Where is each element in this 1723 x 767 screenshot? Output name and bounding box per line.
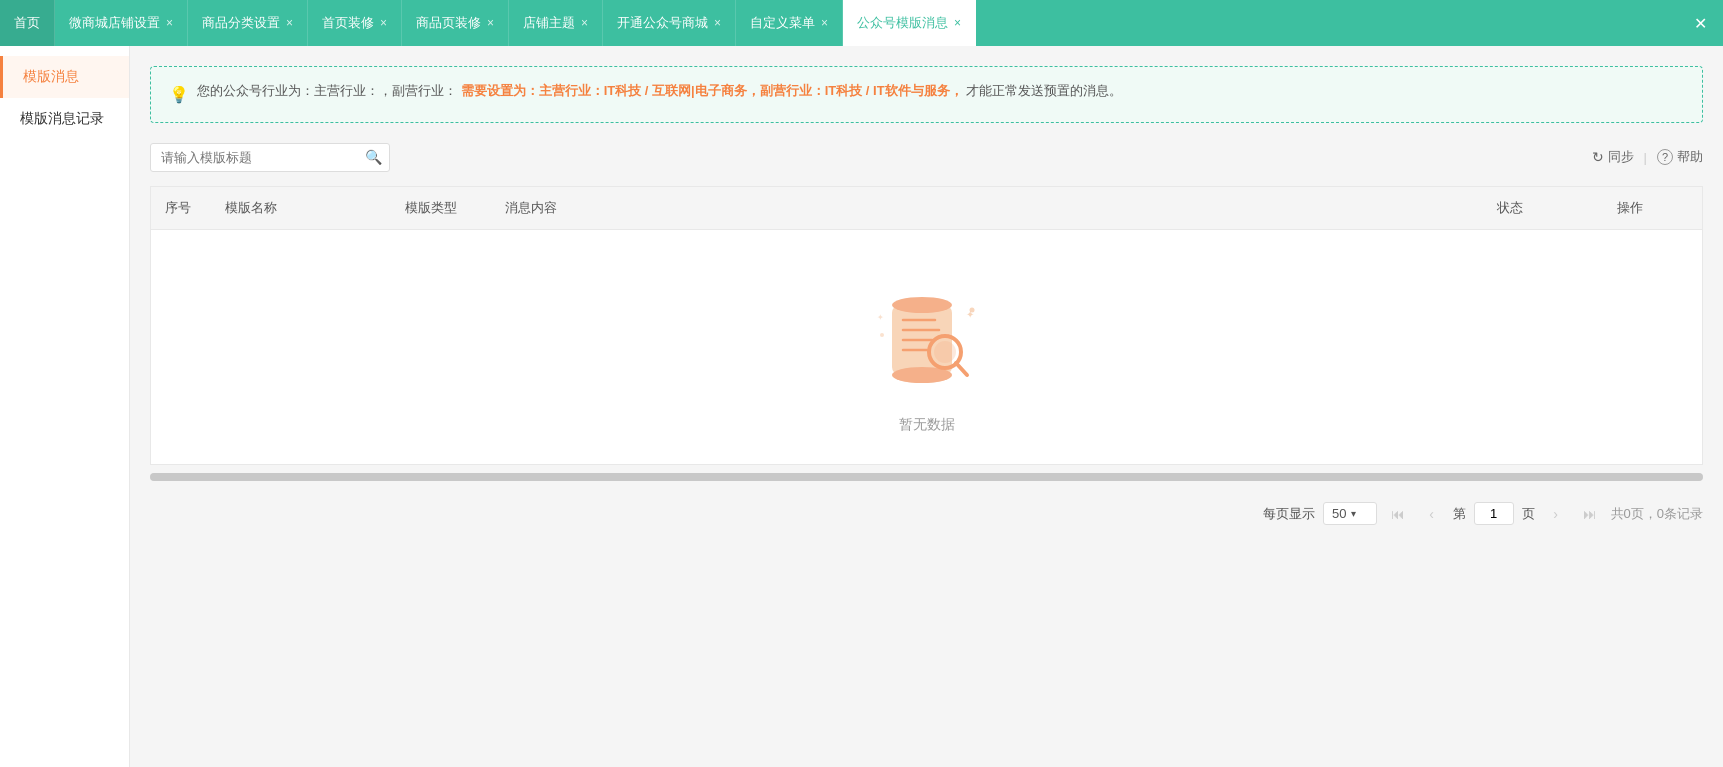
col-header-status: 状态 — [1483, 186, 1603, 229]
page-prev-button[interactable]: ‹ — [1419, 501, 1445, 527]
notice-box: 💡 您的公众号行业为：主营行业：，副营行业： 需要设置为：主营行业：IT科技 /… — [150, 66, 1703, 123]
nav-tab-home-decor-close[interactable]: × — [380, 17, 387, 29]
nav-tab-home-decor[interactable]: 首页装修 × — [308, 0, 402, 46]
empty-text: 暂无数据 — [151, 416, 1702, 434]
sidebar: 模版消息 模版消息记录 — [0, 46, 130, 767]
page-first-button[interactable]: ⏮ — [1385, 501, 1411, 527]
nav-tab-product-category-close[interactable]: × — [286, 17, 293, 29]
nav-tab-product-category[interactable]: 商品分类设置 × — [188, 0, 308, 46]
empty-row: ✦ ✦ 暂无数据 — [151, 229, 1703, 464]
sidebar-item-template-record[interactable]: 模版消息记录 — [0, 98, 129, 140]
empty-illustration: ✦ ✦ — [867, 280, 987, 400]
help-button[interactable]: ? 帮助 — [1657, 148, 1703, 166]
nav-tab-product-decor-label: 商品页装修 — [416, 14, 481, 32]
nav-tab-shop-theme-label: 店铺主题 — [523, 14, 575, 32]
nav-tab-wechat-shop-close[interactable]: × — [166, 17, 173, 29]
search-icon[interactable]: 🔍 — [365, 149, 382, 165]
svg-point-12 — [880, 333, 884, 337]
col-header-type: 模版类型 — [391, 186, 491, 229]
nav-tab-home-decor-label: 首页装修 — [322, 14, 374, 32]
svg-line-10 — [956, 363, 967, 375]
nav-tab-open-shop-close[interactable]: × — [714, 17, 721, 29]
help-label: 帮助 — [1677, 148, 1703, 166]
svg-point-2 — [892, 297, 952, 313]
main-layout: 模版消息 模版消息记录 💡 您的公众号行业为：主营行业：，副营行业： 需要设置为… — [0, 46, 1723, 767]
col-header-content: 消息内容 — [491, 186, 1483, 229]
nav-tab-wechat-shop[interactable]: 微商城店铺设置 × — [55, 0, 188, 46]
svg-point-9 — [934, 341, 956, 363]
total-info: 共0页，0条记录 — [1611, 505, 1703, 523]
empty-state: ✦ ✦ 暂无数据 — [151, 230, 1702, 464]
page-size-label: 每页显示 — [1263, 505, 1315, 523]
page-next-button[interactable]: › — [1543, 501, 1569, 527]
nav-tab-open-shop-label: 开通公众号商城 — [617, 14, 708, 32]
page-size-select[interactable]: 50 ▾ — [1323, 502, 1376, 525]
nav-tab-product-decor-close[interactable]: × — [487, 17, 494, 29]
nav-tab-home[interactable]: 首页 — [0, 0, 55, 46]
page-di-label: 第 — [1453, 505, 1466, 523]
global-close-button[interactable]: ✕ — [1678, 14, 1723, 33]
nav-tab-product-category-label: 商品分类设置 — [202, 14, 280, 32]
top-nav: 首页 微商城店铺设置 × 商品分类设置 × 首页装修 × 商品页装修 × 店铺主… — [0, 0, 1723, 46]
toolbar-divider: | — [1644, 150, 1647, 165]
search-input[interactable] — [150, 143, 390, 172]
sync-icon: ↻ — [1592, 149, 1604, 165]
page-size-value-text: 50 — [1332, 506, 1346, 521]
page-last-button[interactable]: ⏭ — [1577, 501, 1603, 527]
col-header-index: 序号 — [151, 186, 211, 229]
nav-tab-product-decor[interactable]: 商品页装修 × — [402, 0, 509, 46]
svg-text:✦: ✦ — [877, 313, 884, 322]
nav-tab-custom-menu-close[interactable]: × — [821, 17, 828, 29]
notice-highlight: 需要设置为：主营行业：IT科技 / 互联网|电子商务，副营行业：IT科技 / I… — [461, 83, 963, 98]
sync-label: 同步 — [1608, 148, 1634, 166]
nav-tab-template-msg[interactable]: 公众号模版消息 × — [843, 0, 976, 46]
nav-tab-open-shop[interactable]: 开通公众号商城 × — [603, 0, 736, 46]
col-header-action: 操作 — [1603, 186, 1703, 229]
page-size-dropdown-icon: ▾ — [1351, 508, 1356, 519]
nav-tab-custom-menu[interactable]: 自定义菜单 × — [736, 0, 843, 46]
data-table: 序号 模版名称 模版类型 消息内容 状态 操作 — [150, 186, 1703, 465]
nav-tab-wechat-shop-label: 微商城店铺设置 — [69, 14, 160, 32]
toolbar-right: ↻ 同步 | ? 帮助 — [1592, 148, 1703, 166]
notice-text: 您的公众号行业为：主营行业：，副营行业： 需要设置为：主营行业：IT科技 / 互… — [197, 81, 1122, 102]
svg-text:✦: ✦ — [966, 309, 974, 320]
pagination: 每页显示 50 ▾ ⏮ ‹ 第 页 › ⏭ 共0页，0条记录 — [150, 489, 1703, 531]
nav-tab-home-label: 首页 — [14, 14, 40, 32]
page-current-input[interactable] — [1474, 502, 1514, 525]
search-bar: 🔍 ↻ 同步 | ? 帮助 — [150, 143, 1703, 172]
nav-tab-template-msg-close[interactable]: × — [954, 17, 961, 29]
page-label: 页 — [1522, 505, 1535, 523]
sync-button[interactable]: ↻ 同步 — [1592, 148, 1634, 166]
table-header-row: 序号 模版名称 模版类型 消息内容 状态 操作 — [151, 186, 1703, 229]
nav-tab-template-msg-label: 公众号模版消息 — [857, 14, 948, 32]
sidebar-item-template-msg[interactable]: 模版消息 — [0, 56, 129, 98]
col-header-name: 模版名称 — [211, 186, 391, 229]
nav-tab-custom-menu-label: 自定义菜单 — [750, 14, 815, 32]
table-scrollbar-thumb — [150, 473, 1703, 481]
nav-tab-shop-theme[interactable]: 店铺主题 × — [509, 0, 603, 46]
table-scrollbar[interactable] — [150, 473, 1703, 481]
content-area: 💡 您的公众号行业为：主营行业：，副营行业： 需要设置为：主营行业：IT科技 /… — [130, 46, 1723, 767]
help-icon: ? — [1657, 149, 1673, 165]
nav-tab-shop-theme-close[interactable]: × — [581, 17, 588, 29]
lightbulb-icon: 💡 — [169, 82, 189, 108]
search-input-wrapper: 🔍 — [150, 143, 390, 172]
